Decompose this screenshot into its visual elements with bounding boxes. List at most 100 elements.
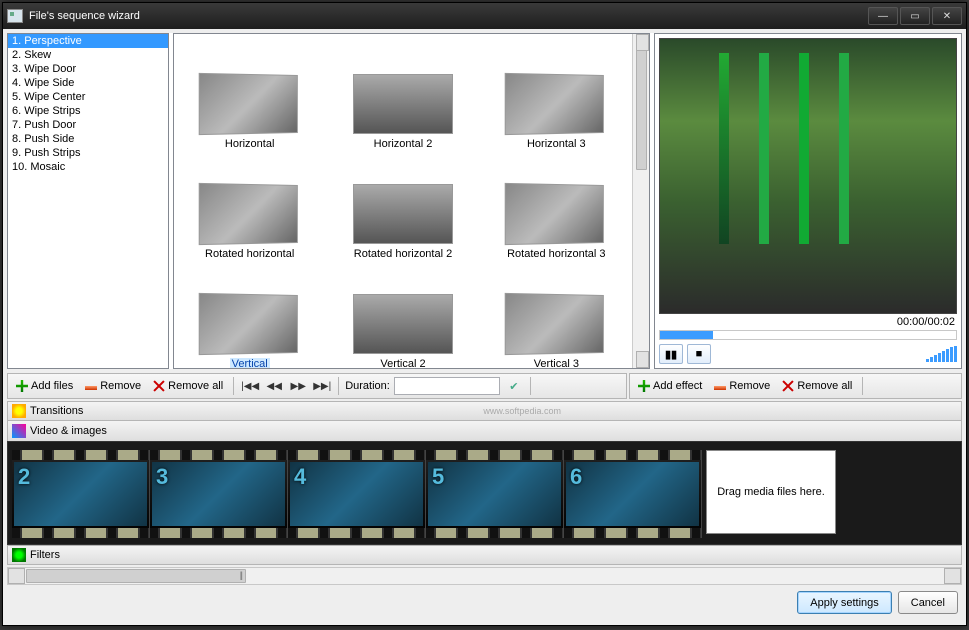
timeline-clip[interactable]: 6 (564, 450, 702, 538)
thumbnail-image (353, 74, 453, 134)
sidebar-item[interactable]: 4. Wipe Side (8, 76, 168, 90)
thumbnail-item[interactable]: Vertical (176, 260, 323, 368)
timeline-clip[interactable]: 4 (288, 450, 426, 538)
thumbnail-image (353, 184, 453, 244)
scrollbar-thumb[interactable] (26, 569, 246, 583)
remove-all-effects-button[interactable]: Remove all (778, 378, 856, 394)
timeline-clip[interactable]: 3 (150, 450, 288, 538)
separator (530, 377, 531, 395)
thumbnail-item[interactable]: Vertical 3 (483, 260, 630, 368)
effect-category-list[interactable]: 1. Perspective2. Skew3. Wipe Door4. Wipe… (7, 33, 169, 369)
thumbnail-image (198, 183, 297, 245)
separator (862, 377, 863, 395)
remove-effect-button[interactable]: Remove (710, 378, 774, 394)
sidebar-item[interactable]: 9. Push Strips (8, 146, 168, 160)
thumbnail-label: Vertical 3 (534, 358, 579, 368)
tracks: Transitions www.softpedia.com Video & im… (7, 401, 962, 565)
drop-zone[interactable]: Drag media files here. (706, 450, 836, 534)
duration-input[interactable] (394, 377, 500, 395)
separator (338, 377, 339, 395)
video-track-header[interactable]: Video & images (7, 421, 962, 441)
horizontal-scrollbar[interactable] (7, 567, 962, 585)
add-effect-button[interactable]: Add effect (634, 378, 706, 394)
preview-progress[interactable] (659, 330, 957, 340)
stop-button[interactable]: ■ (687, 344, 711, 364)
thumbnail-item[interactable]: Rotated horizontal 3 (483, 150, 630, 260)
thumbnail-item[interactable]: Rotated horizontal 2 (329, 150, 476, 260)
clip-number: 4 (294, 464, 306, 490)
minimize-button[interactable]: — (868, 7, 898, 25)
sidebar-item[interactable]: 6. Wipe Strips (8, 104, 168, 118)
thumbnail-label: Horizontal 2 (374, 138, 433, 150)
cancel-button[interactable]: Cancel (898, 591, 958, 614)
sidebar-item[interactable]: 7. Push Door (8, 118, 168, 132)
timeline[interactable]: 2 3 4 5 6 Drag media files here. (7, 441, 962, 545)
thumbnail-image (505, 73, 604, 135)
plus-icon (16, 380, 28, 392)
footer: Apply settings Cancel (3, 585, 966, 620)
nav-prev-button[interactable]: ◀◀ (264, 377, 284, 395)
sidebar-item[interactable]: 1. Perspective (8, 34, 168, 48)
apply-duration-button[interactable]: ✔ (504, 377, 524, 395)
preview-video[interactable] (659, 38, 957, 314)
nav-first-button[interactable]: |◀◀ (240, 377, 260, 395)
preview-controls: ▮▮ ■ (659, 344, 957, 364)
remove-all-button[interactable]: Remove all (149, 378, 227, 394)
clip-thumbnail (290, 462, 423, 526)
thumbnail-grid[interactable]: HorizontalHorizontal 2Horizontal 3Rotate… (174, 34, 632, 368)
timeline-clip[interactable]: 5 (426, 450, 564, 538)
thumbnail-item[interactable]: Vertical 2 (329, 260, 476, 368)
thumbnail-image (505, 183, 604, 245)
sidebar-item[interactable]: 8. Push Side (8, 132, 168, 146)
thumbnail-label: Rotated horizontal 2 (354, 248, 452, 260)
transitions-track-header[interactable]: Transitions www.softpedia.com (7, 401, 962, 421)
sidebar-item[interactable]: 5. Wipe Center (8, 90, 168, 104)
filters-icon (12, 548, 26, 562)
thumbnail-label: Horizontal (225, 138, 275, 150)
clip-thumbnail (152, 462, 285, 526)
sidebar-item[interactable]: 10. Mosaic (8, 160, 168, 174)
pause-button[interactable]: ▮▮ (659, 344, 683, 364)
thumbnail-item[interactable]: Horizontal (176, 40, 323, 150)
add-files-button[interactable]: Add files (12, 378, 77, 394)
window: File's sequence wizard — ▭ ✕ 1. Perspect… (2, 2, 967, 626)
separator (233, 377, 234, 395)
clip-number: 5 (432, 464, 444, 490)
app-icon (7, 9, 23, 23)
scrollbar-thumb[interactable] (636, 50, 647, 170)
clip-number: 3 (156, 464, 168, 490)
thumbnail-scrollbar[interactable] (632, 34, 649, 368)
upper-pane: 1. Perspective2. Skew3. Wipe Door4. Wipe… (7, 33, 962, 369)
thumbnail-item[interactable]: Rotated horizontal (176, 150, 323, 260)
filters-track-header[interactable]: Filters (7, 545, 962, 565)
thumbnail-image (198, 293, 297, 355)
maximize-button[interactable]: ▭ (900, 7, 930, 25)
minus-icon (714, 386, 726, 390)
media-toolbar: Add files Remove Remove all |◀◀ ◀◀ ▶▶ ▶▶… (7, 373, 627, 399)
film-strip[interactable]: 2 3 4 5 6 (12, 450, 702, 538)
timeline-clip[interactable]: 2 (12, 450, 150, 538)
close-button[interactable]: ✕ (932, 7, 962, 25)
x-icon (153, 380, 165, 392)
clip-number: 6 (570, 464, 582, 490)
thumbnail-label: Rotated horizontal (205, 248, 294, 260)
titlebar[interactable]: File's sequence wizard — ▭ ✕ (3, 3, 966, 29)
transitions-icon (12, 404, 26, 418)
sidebar-item[interactable]: 3. Wipe Door (8, 62, 168, 76)
content: 1. Perspective2. Skew3. Wipe Door4. Wipe… (3, 29, 966, 625)
nav-last-button[interactable]: ▶▶| (312, 377, 332, 395)
apply-settings-button[interactable]: Apply settings (797, 591, 891, 614)
nav-next-button[interactable]: ▶▶ (288, 377, 308, 395)
remove-button[interactable]: Remove (81, 378, 145, 394)
thumbnail-label: Vertical (230, 358, 270, 368)
sidebar-item[interactable]: 2. Skew (8, 48, 168, 62)
minus-icon (85, 386, 97, 390)
clip-number: 2 (18, 464, 30, 490)
preview-time: 00:00/00:02 (659, 314, 957, 328)
thumbnail-item[interactable]: Horizontal 2 (329, 40, 476, 150)
x-icon (782, 380, 794, 392)
thumbnail-item[interactable]: Horizontal 3 (483, 40, 630, 150)
volume-indicator[interactable] (926, 346, 957, 362)
thumbnail-image (505, 293, 604, 355)
thumbnail-label: Horizontal 3 (527, 138, 586, 150)
